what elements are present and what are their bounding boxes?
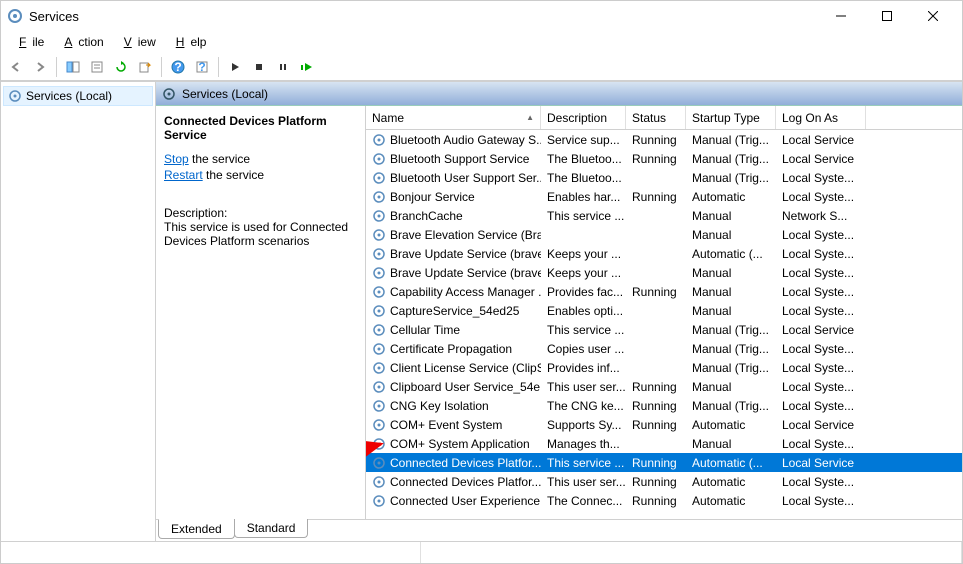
gear-icon: [8, 89, 22, 103]
left-tree-pane: Services (Local): [1, 82, 156, 541]
service-row[interactable]: Brave Update Service (brave)Keeps your .…: [366, 244, 962, 263]
gear-icon: [162, 87, 176, 101]
help-button[interactable]: ?: [167, 56, 189, 78]
service-row[interactable]: Clipboard User Service_54e...This user s…: [366, 377, 962, 396]
service-row[interactable]: Client License Service (ClipS...Provides…: [366, 358, 962, 377]
column-status[interactable]: Status: [626, 106, 686, 129]
service-row[interactable]: CaptureService_54ed25Enables opti...Manu…: [366, 301, 962, 320]
export-button[interactable]: [134, 56, 156, 78]
service-row[interactable]: Capability Access Manager ...Provides fa…: [366, 282, 962, 301]
right-pane-header: Services (Local): [156, 82, 962, 106]
description-text: This service is used for Connected Devic…: [164, 220, 357, 248]
tree-node-services-local[interactable]: Services (Local): [3, 86, 153, 106]
restart-service-link[interactable]: Restart: [164, 168, 203, 182]
service-row[interactable]: Certificate PropagationCopies user ...Ma…: [366, 339, 962, 358]
column-description[interactable]: Description: [541, 106, 626, 129]
service-row[interactable]: Bluetooth User Support Ser...The Bluetoo…: [366, 168, 962, 187]
list-header: Name▲ Description Status Startup Type Lo…: [366, 106, 962, 130]
service-row[interactable]: Bluetooth Audio Gateway S...Service sup.…: [366, 130, 962, 149]
service-info-pane: Connected Devices Platform Service Stop …: [156, 106, 366, 519]
service-row[interactable]: Bonjour ServiceEnables har...RunningAuto…: [366, 187, 962, 206]
back-button[interactable]: [5, 56, 27, 78]
start-service-button[interactable]: [224, 56, 246, 78]
refresh-button[interactable]: [110, 56, 132, 78]
service-row[interactable]: BranchCacheThis service ...ManualNetwork…: [366, 206, 962, 225]
show-hide-tree-button[interactable]: [62, 56, 84, 78]
service-row[interactable]: COM+ System ApplicationManages th...Manu…: [366, 434, 962, 453]
service-row[interactable]: Connected User Experience...The Connec..…: [366, 491, 962, 510]
service-row[interactable]: Connected Devices Platfor...This service…: [366, 453, 962, 472]
toolbar: ? ?: [1, 53, 962, 81]
menubar: File Action View Help: [1, 31, 962, 53]
column-name[interactable]: Name▲: [366, 106, 541, 129]
restart-service-button[interactable]: [296, 56, 318, 78]
help-topics-button[interactable]: ?: [191, 56, 213, 78]
service-row[interactable]: Cellular TimeThis service ...Manual (Tri…: [366, 320, 962, 339]
service-row[interactable]: Bluetooth Support ServiceThe Bluetoo...R…: [366, 149, 962, 168]
service-row[interactable]: COM+ Event SystemSupports Sy...RunningAu…: [366, 415, 962, 434]
close-button[interactable]: [910, 1, 956, 31]
service-row[interactable]: Brave Update Service (brave...Keeps your…: [366, 263, 962, 282]
stop-service-button[interactable]: [248, 56, 270, 78]
pause-service-button[interactable]: [272, 56, 294, 78]
titlebar: Services: [1, 1, 962, 31]
services-list-pane: Name▲ Description Status Startup Type Lo…: [366, 106, 962, 519]
tab-standard[interactable]: Standard: [234, 519, 309, 538]
column-log-on-as[interactable]: Log On As: [776, 106, 866, 129]
stop-service-link[interactable]: Stop: [164, 152, 189, 166]
properties-button[interactable]: [86, 56, 108, 78]
minimize-button[interactable]: [818, 1, 864, 31]
tree-node-label: Services (Local): [26, 89, 112, 103]
svg-text:?: ?: [198, 60, 205, 74]
menu-help[interactable]: Help: [164, 33, 213, 51]
svg-text:?: ?: [174, 60, 181, 74]
maximize-button[interactable]: [864, 1, 910, 31]
services-list-body[interactable]: Bluetooth Audio Gateway S...Service sup.…: [366, 130, 962, 519]
description-heading: Description:: [164, 206, 357, 220]
selected-service-title: Connected Devices Platform Service: [164, 114, 357, 142]
tab-extended[interactable]: Extended: [158, 519, 235, 539]
right-pane-title: Services (Local): [182, 87, 268, 101]
forward-button[interactable]: [29, 56, 51, 78]
sort-asc-icon: ▲: [526, 113, 534, 122]
statusbar: [1, 541, 962, 563]
service-row[interactable]: CNG Key IsolationThe CNG ke...RunningMan…: [366, 396, 962, 415]
window-title: Services: [29, 9, 818, 24]
services-app-icon: [7, 8, 23, 24]
menu-action[interactable]: Action: [52, 33, 109, 51]
column-startup-type[interactable]: Startup Type: [686, 106, 776, 129]
service-row[interactable]: Brave Elevation Service (Bra...ManualLoc…: [366, 225, 962, 244]
view-tabs: Extended Standard: [156, 519, 962, 541]
workarea: Services (Local) Services (Local) Connec…: [1, 81, 962, 541]
right-pane: Services (Local) Connected Devices Platf…: [156, 82, 962, 541]
service-row[interactable]: Connected Devices Platfor...This user se…: [366, 472, 962, 491]
menu-view[interactable]: View: [112, 33, 162, 51]
menu-file[interactable]: File: [7, 33, 50, 51]
